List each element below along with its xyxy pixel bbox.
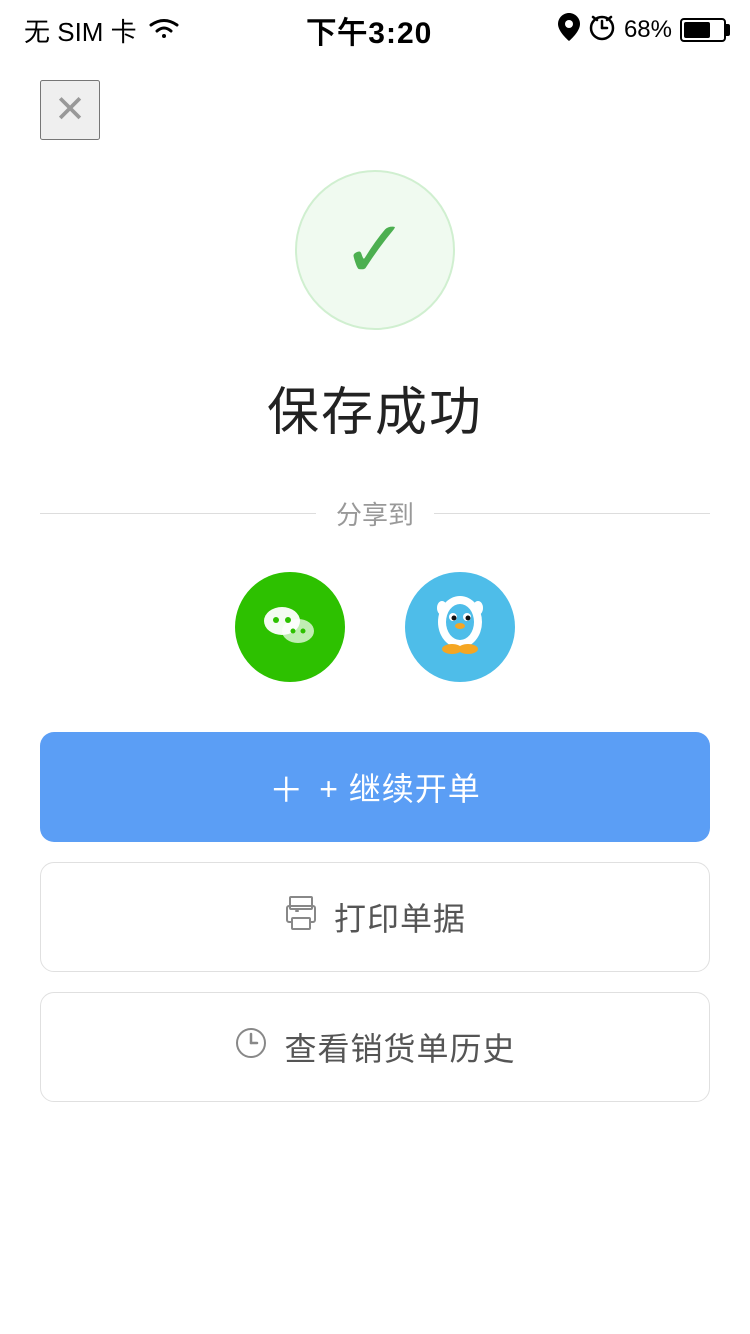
history-icon: [234, 1026, 268, 1069]
history-button[interactable]: 查看销货单历史: [40, 992, 710, 1102]
share-divider: 分享到: [40, 495, 710, 532]
status-bar: 无 SIM 卡 下午3:20 68%: [0, 0, 750, 60]
close-button[interactable]: ✕: [40, 80, 100, 140]
share-section: 分享到: [40, 495, 710, 682]
plus-icon: ＋: [269, 763, 303, 812]
qq-share-button[interactable]: [405, 572, 515, 682]
battery-icon: [680, 18, 726, 42]
success-circle: ✓: [295, 170, 455, 330]
location-icon: [558, 13, 580, 48]
wechat-icon: [258, 599, 322, 655]
continue-label: + 继续开单: [319, 764, 481, 810]
actions: ＋ + 继续开单 打印单据: [40, 732, 710, 1102]
print-button[interactable]: 打印单据: [40, 862, 710, 972]
share-icons: [40, 572, 710, 682]
share-label: 分享到: [336, 495, 414, 532]
close-icon: ✕: [54, 91, 86, 129]
wechat-share-button[interactable]: [235, 572, 345, 682]
wifi-icon: [147, 14, 181, 47]
alarm-icon: [588, 13, 616, 48]
status-right: 68%: [558, 13, 726, 48]
continue-button[interactable]: ＋ + 继续开单: [40, 732, 710, 842]
status-left: 无 SIM 卡: [24, 12, 181, 49]
print-label: 打印单据: [334, 894, 466, 940]
battery-percent: 68%: [624, 16, 672, 44]
qq-icon: [430, 592, 490, 662]
checkmark-icon: ✓: [341, 210, 408, 290]
history-label: 查看销货单历史: [284, 1024, 515, 1070]
print-icon: [284, 896, 318, 939]
status-time: 下午3:20: [306, 8, 432, 52]
main-content: ✕ ✓ 保存成功 分享到: [0, 60, 750, 1334]
sim-text: 无 SIM 卡: [24, 12, 137, 49]
success-title: 保存成功: [267, 370, 483, 445]
